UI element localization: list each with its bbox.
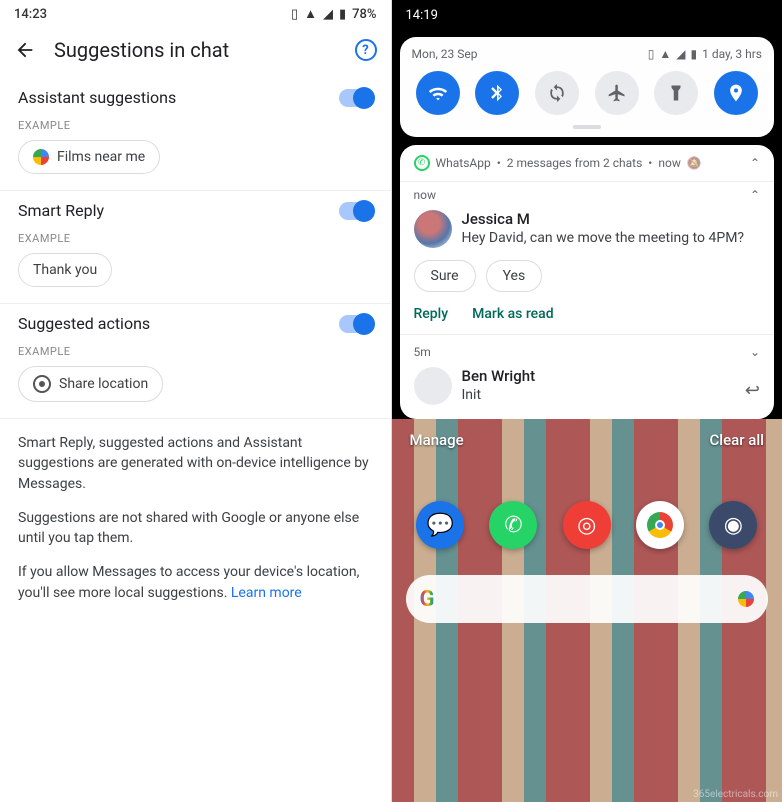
chrome-app-icon[interactable] — [636, 501, 684, 549]
status-bar: 14:23 ▯ ▲ ◢ ▮ 78% — [0, 0, 391, 28]
whatsapp-app-icon[interactable]: ✆ — [489, 501, 537, 549]
share-location-chip[interactable]: Share location — [18, 366, 163, 402]
panel-status-icons: ▯ ▲ ◢ ▮ 1 day, 3 hrs — [648, 47, 762, 61]
help-icon[interactable]: ? — [355, 39, 377, 61]
reply-action[interactable]: Reply — [414, 306, 449, 322]
message-1: now ⌃ Jessica M Hey David, can we move t… — [400, 182, 775, 334]
wifi-icon: ▲ — [304, 6, 317, 22]
suggested-actions-section: Suggested actions EXAMPLE Share location — [0, 304, 391, 419]
notification-header[interactable]: ✆ WhatsApp • 2 messages from 2 chats • n… — [400, 145, 775, 182]
message-text: Init — [462, 387, 536, 403]
quick-settings-row — [412, 71, 763, 119]
assistant-suggestions-title: Assistant suggestions — [18, 88, 176, 107]
collapse-icon[interactable]: ⌃ — [750, 188, 760, 202]
page-title: Suggestions in chat — [54, 38, 355, 62]
example-label: EXAMPLE — [18, 345, 373, 358]
notification-actions: Reply Mark as read — [414, 306, 761, 322]
assistant-chip[interactable]: Films near me — [18, 140, 160, 174]
wifi-icon: ▲ — [659, 47, 671, 61]
quick-settings-panel: Mon, 23 Sep ▯ ▲ ◢ ▮ 1 day, 3 hrs — [400, 37, 775, 137]
pocketcasts-app-icon[interactable]: ◎ — [563, 501, 611, 549]
example-label: EXAMPLE — [18, 232, 373, 245]
smart-reply-toggle[interactable] — [339, 202, 373, 220]
left-phone: 14:23 ▯ ▲ ◢ ▮ 78% Suggestions in chat ? … — [0, 0, 392, 802]
smart-reply-chip-label: Thank you — [33, 262, 97, 278]
sender-name: Ben Wright — [462, 367, 536, 385]
info-block: Smart Reply, suggested actions and Assis… — [0, 419, 391, 631]
google-logo-icon: G — [420, 587, 435, 612]
assistant-suggestions-toggle[interactable] — [339, 89, 373, 107]
qs-location[interactable] — [714, 71, 758, 115]
info-p3: If you allow Messages to access your dev… — [18, 562, 373, 603]
smart-reply-row: Sure Yes — [414, 260, 761, 292]
message-text: Hey David, can we move the meeting to 4P… — [462, 230, 745, 246]
learn-more-link[interactable]: Learn more — [231, 585, 302, 601]
expand-icon[interactable]: ⌄ — [750, 345, 760, 359]
battery-estimate: 1 day, 3 hrs — [702, 47, 762, 61]
battery-icon: ▮ — [339, 7, 346, 22]
search-bar[interactable]: G — [406, 575, 769, 623]
qs-flashlight[interactable] — [654, 71, 698, 115]
smart-reply-chip[interactable]: Thank you — [18, 253, 112, 287]
info-p2: Suggestions are not shared with Google o… — [18, 508, 373, 549]
reply-chip-sure[interactable]: Sure — [414, 260, 476, 292]
location-target-icon — [33, 375, 51, 393]
clear-all-button[interactable]: Clear all — [710, 431, 765, 449]
reply-chip-yes[interactable]: Yes — [486, 260, 543, 292]
share-location-chip-label: Share location — [59, 376, 148, 392]
smart-reply-title: Smart Reply — [18, 201, 104, 220]
sender-name: Jessica M — [462, 210, 745, 228]
assistant-chip-label: Films near me — [57, 149, 145, 165]
camera-app-icon[interactable]: ◉ — [709, 501, 757, 549]
qs-wifi[interactable] — [416, 71, 460, 115]
whatsapp-icon: ✆ — [414, 155, 430, 171]
message-time: 5m — [414, 345, 431, 359]
right-phone: 14:19 Mon, 23 Sep ▯ ▲ ◢ ▮ 1 day, 3 hrs ✆… — [392, 0, 782, 802]
battery-icon: ▮ — [690, 47, 697, 61]
status-bar: 14:19 — [392, 0, 782, 31]
avatar — [414, 367, 452, 405]
mark-read-action[interactable]: Mark as read — [472, 306, 554, 322]
back-icon[interactable] — [14, 39, 36, 61]
watermark: 365electricals.com — [693, 789, 778, 800]
home-screen-backdrop: Manage Clear all 💬 ✆ ◎ ◉ G — [392, 419, 782, 802]
vibrate-icon: ▯ — [291, 7, 298, 22]
notification-meta: 2 messages from 2 chats — [507, 156, 643, 170]
collapse-icon[interactable]: ⌃ — [750, 156, 760, 170]
panel-date: Mon, 23 Sep — [412, 47, 478, 61]
manage-button[interactable]: Manage — [410, 431, 464, 449]
message-time: now — [414, 188, 437, 202]
messages-app-icon[interactable]: 💬 — [416, 501, 464, 549]
example-label: EXAMPLE — [18, 119, 373, 132]
assistant-icon — [33, 149, 49, 165]
dock-row: 💬 ✆ ◎ ◉ — [392, 501, 782, 549]
notification-meta-time: now — [658, 156, 681, 170]
panel-handle[interactable] — [573, 125, 601, 129]
info-p1: Smart Reply, suggested actions and Assis… — [18, 433, 373, 494]
message-2: 5m ⌄ Ben Wright Init ↩ — [400, 334, 775, 419]
suggested-actions-toggle[interactable] — [339, 315, 373, 333]
avatar — [414, 210, 452, 248]
status-time: 14:23 — [14, 7, 47, 22]
signal-icon: ◢ — [676, 47, 685, 61]
qs-airplane[interactable] — [595, 71, 639, 115]
qs-sync[interactable] — [535, 71, 579, 115]
assistant-suggestions-section: Assistant suggestions EXAMPLE Films near… — [0, 78, 391, 191]
qs-bluetooth[interactable] — [475, 71, 519, 115]
signal-icon: ◢ — [323, 7, 333, 22]
assistant-mic-icon[interactable] — [738, 591, 754, 607]
suggested-actions-title: Suggested actions — [18, 314, 150, 333]
status-icons: ▯ ▲ ◢ ▮ 78% — [291, 6, 377, 22]
app-bar: Suggestions in chat ? — [0, 28, 391, 78]
status-time: 14:19 — [406, 8, 438, 23]
vibrate-icon: ▯ — [648, 47, 655, 61]
notification-app: WhatsApp — [436, 156, 491, 170]
mute-icon: 🔕 — [687, 156, 702, 170]
reply-icon[interactable]: ↩ — [745, 380, 760, 401]
smart-reply-section: Smart Reply EXAMPLE Thank you — [0, 191, 391, 304]
battery-percent: 78% — [352, 7, 376, 22]
notification-card: ✆ WhatsApp • 2 messages from 2 chats • n… — [400, 145, 775, 419]
